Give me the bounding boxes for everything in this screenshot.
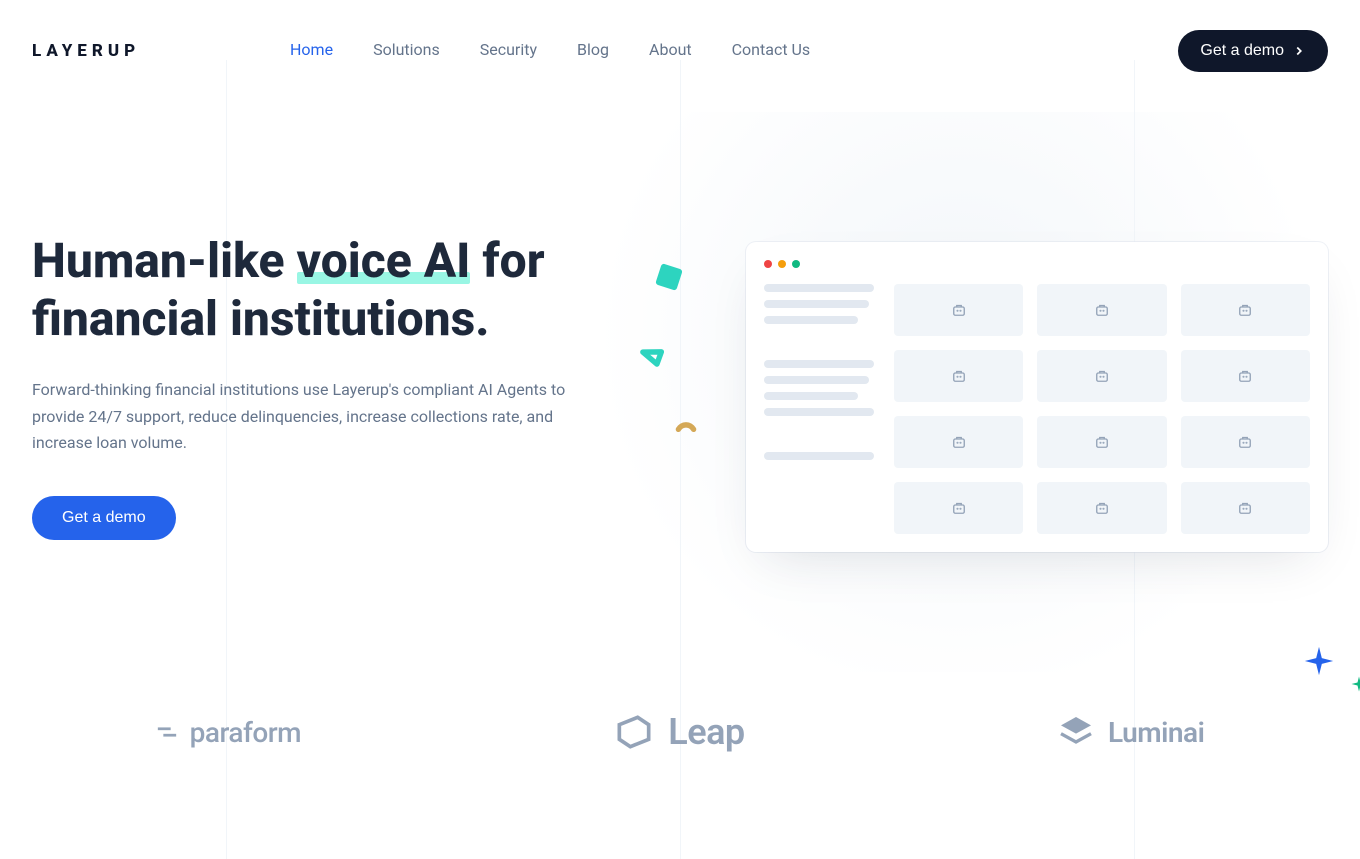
nav-contact[interactable]: Contact Us [732, 40, 811, 59]
hero-headline: Human-like voice AI for financial instit… [32, 232, 652, 347]
partner-logos: paraform Leap Luminai [0, 670, 1360, 774]
window-controls-icon [764, 260, 1310, 268]
nav-home[interactable]: Home [290, 40, 333, 59]
partner-luminai: Luminai [1056, 712, 1204, 752]
partner-paraform: paraform [156, 716, 301, 749]
hero-subhead: Forward-thinking financial institutions … [32, 377, 612, 456]
partner-leap: Leap [612, 710, 744, 754]
partner-label: paraform [190, 716, 301, 749]
leap-icon [612, 710, 656, 754]
hero-illustration [688, 172, 1328, 652]
nav-security[interactable]: Security [480, 40, 537, 59]
tile-grid [894, 284, 1310, 534]
headline-highlight: voice AI [297, 232, 471, 290]
get-demo-label: Get a demo [1200, 42, 1284, 60]
headline-pre: Human-like [32, 232, 297, 289]
app-window-mock [746, 242, 1328, 552]
get-demo-button-main[interactable]: Get a demo [32, 496, 176, 540]
decor-arc-icon [673, 412, 699, 442]
chevron-right-icon [1292, 44, 1306, 58]
partner-label: Leap [668, 711, 744, 753]
nav-about[interactable]: About [649, 40, 692, 59]
get-demo-button-header[interactable]: Get a demo [1178, 30, 1328, 72]
nav-links: Home Solutions Security Blog About Conta… [290, 40, 810, 59]
decor-square-icon [655, 263, 683, 291]
partner-label: Luminai [1108, 716, 1204, 749]
logo[interactable]: LAYERUP [32, 41, 140, 61]
nav-blog[interactable]: Blog [577, 40, 609, 59]
paraform-icon [156, 721, 178, 743]
nav-solutions[interactable]: Solutions [373, 40, 440, 59]
luminai-icon [1056, 712, 1096, 752]
